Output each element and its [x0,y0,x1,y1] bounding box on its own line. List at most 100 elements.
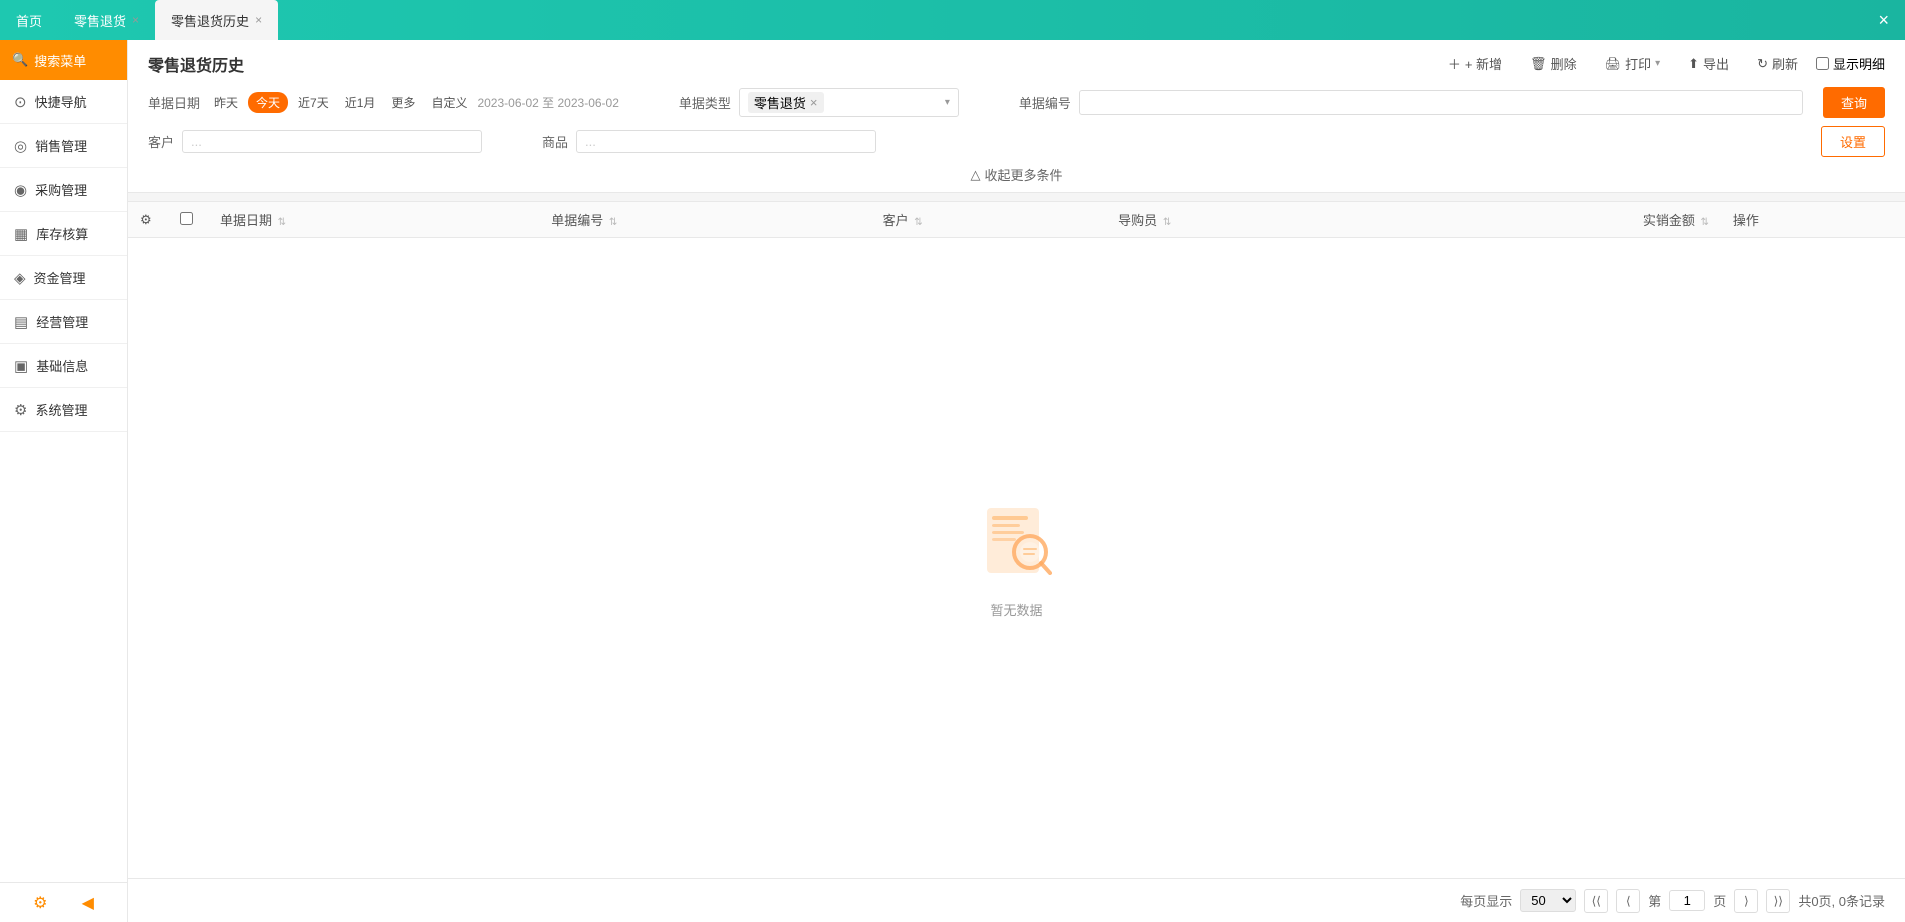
sidebar-item-基础信息[interactable]: ▣ 基础信息 [0,344,127,388]
new-button[interactable]: ＋ + 新增 [1438,50,1512,77]
doc-number-label: 单据编号 [1019,93,1071,112]
display-detail-checkbox[interactable] [1816,57,1829,70]
empty-state: 暂无数据 [128,238,1905,878]
sidebar-item-label: 销售管理 [35,136,87,155]
print-icon: 🖨 [1605,56,1622,72]
sidebar-icon: ◉ [14,181,27,199]
next-page-button[interactable]: ⟩ [1734,889,1758,913]
empty-illustration [972,498,1062,588]
goods-select[interactable]: ... [576,130,876,153]
tab-close-零售退货[interactable]: × [132,13,139,27]
query-button[interactable]: 查询 [1823,87,1885,118]
type-select-chevron: ▾ [945,97,950,108]
type-tag-close[interactable]: × [810,95,818,110]
window-close-button[interactable]: × [1862,10,1905,31]
type-tag-label: 零售退货 [754,93,806,112]
sidebar-item-label: 基础信息 [36,356,88,375]
customer-filter: 客户 ... [148,130,482,153]
tab-bar: 首页零售退货×零售退货历史× [0,0,1862,40]
data-table: ⚙ 单据日期 ⇅ 单据编号 ⇅ [128,201,1905,238]
date-opt-近7天[interactable]: 近7天 [292,92,335,113]
date-options: 昨天今天近7天近1月更多自定义2023-06-02 至 2023-06-02 [208,92,619,113]
content-area: 零售退货历史 ＋ + 新增 🗑 删除 🖨 打印 ▾ [128,40,1905,922]
sidebar-bottom: ⚙ ◀ [0,882,127,922]
pagination-bar: 每页显示 50 20 100 ⟨⟨ ⟨ 第 1 页 ⟩ ⟩⟩ 共0页, 0条记录 [128,878,1905,922]
last-page-button[interactable]: ⟩⟩ [1766,889,1790,913]
type-tag: 零售退货 × [748,92,824,113]
delete-button[interactable]: 🗑 删除 [1520,50,1587,77]
th-settings[interactable]: ⚙ [128,202,168,238]
settings-bottom-icon[interactable]: ⚙ [33,893,47,913]
sort-guide-icon[interactable]: ⇅ [1163,217,1171,228]
column-settings-icon[interactable]: ⚙ [140,212,152,227]
tab-零售退货历史[interactable]: 零售退货历史× [155,0,278,40]
refresh-button[interactable]: ↻ 刷新 [1747,50,1808,77]
export-icon: ⬆ [1688,56,1699,72]
sidebar-item-label: 库存核算 [36,224,88,243]
tab-close-零售退货历史[interactable]: × [255,13,262,27]
sidebar-item-快捷导航[interactable]: ⊙快捷导航 [0,80,127,124]
date-opt-自定义[interactable]: 自定义 [425,92,473,113]
sidebar-item-系统管理[interactable]: ⚙系统管理 [0,388,127,432]
sort-docnum-icon[interactable]: ⇅ [609,217,617,228]
sort-amount-icon[interactable]: ⇅ [1701,217,1709,228]
th-checkbox[interactable] [168,202,208,238]
display-toggle: 显示明细 [1816,54,1885,73]
collapse-bar[interactable]: △ 收起更多条件 [148,161,1885,192]
new-icon: ＋ [1448,54,1461,73]
date-opt-今天[interactable]: 今天 [248,92,288,113]
sidebar-icon: ◎ [14,137,27,155]
tab-首页[interactable]: 首页 [0,0,58,40]
page-header: 零售退货历史 ＋ + 新增 🗑 删除 🖨 打印 ▾ [128,40,1905,193]
goods-filter: 商品 ... [542,130,876,153]
sidebar-item-label: 经营管理 [36,312,88,331]
goods-label: 商品 [542,132,568,151]
main-layout: 🔍 搜索菜单 ⊙快捷导航 ◎ 销售管理 ◉ 采购管理 ▦ 库存核算 ◈资金管理▤经营管理 ▣ 基础… [0,40,1905,922]
page-number-input[interactable]: 1 [1669,890,1705,911]
sidebar: 🔍 搜索菜单 ⊙快捷导航 ◎ 销售管理 ◉ 采购管理 ▦ 库存核算 ◈资金管理▤经营管理 ▣ 基础… [0,40,128,922]
customer-select[interactable]: ... [182,130,482,153]
export-button[interactable]: ⬆ 导出 [1678,50,1739,77]
tab-零售退货[interactable]: 零售退货× [58,0,155,40]
page-summary: 共0页, 0条记录 [1798,891,1885,910]
sidebar-icon: ▣ [14,357,28,375]
filter-row-1: 单据日期 昨天今天近7天近1月更多自定义2023-06-02 至 2023-06… [148,87,1885,118]
type-select[interactable]: 零售退货 × ▾ [739,88,959,117]
th-customer: 客户 ⇅ [871,202,1107,238]
doc-number-input[interactable] [1079,90,1803,115]
collapse-sidebar-icon[interactable]: ◀ [82,893,94,913]
sort-customer-icon[interactable]: ⇅ [914,217,922,228]
collapse-up-icon: △ [970,167,980,183]
sidebar-icon: ▦ [14,225,28,243]
date-opt-昨天[interactable]: 昨天 [208,92,244,113]
refresh-icon: ↻ [1757,56,1768,72]
table-header-row: ⚙ 单据日期 ⇅ 单据编号 ⇅ [128,202,1905,238]
sidebar-item-库存核算[interactable]: ▦ 库存核算 [0,212,127,256]
sidebar-item-销售管理[interactable]: ◎ 销售管理 [0,124,127,168]
per-page-select[interactable]: 50 20 100 [1520,889,1576,912]
th-date: 单据日期 ⇅ [208,202,539,238]
page-title: 零售退货历史 [148,52,244,76]
sidebar-item-经营管理[interactable]: ▤经营管理 [0,300,127,344]
sidebar-item-资金管理[interactable]: ◈资金管理 [0,256,127,300]
th-guide: 导购员 ⇅ [1106,202,1389,238]
first-page-button[interactable]: ⟨⟨ [1584,889,1608,913]
date-opt-更多[interactable]: 更多 [385,92,421,113]
delete-icon: 🗑 [1530,56,1547,72]
sort-date-icon[interactable]: ⇅ [278,217,286,228]
sidebar-icon: ⚙ [14,401,27,419]
settings-button[interactable]: 设置 [1821,126,1885,157]
date-opt-近1月[interactable]: 近1月 [339,92,382,113]
prev-page-button[interactable]: ⟨ [1616,889,1640,913]
select-all-checkbox[interactable] [180,212,193,225]
th-amount: 实销金额 ⇅ [1390,202,1721,238]
page-unit-label: 页 [1713,891,1726,910]
print-button[interactable]: 🖨 打印 ▾ [1595,50,1671,77]
date-filter: 单据日期 昨天今天近7天近1月更多自定义2023-06-02 至 2023-06… [148,92,619,113]
per-page-label: 每页显示 [1460,891,1512,910]
sidebar-search[interactable]: 🔍 搜索菜单 [0,40,127,80]
sidebar-item-采购管理[interactable]: ◉ 采购管理 [0,168,127,212]
top-bar: 首页零售退货×零售退货历史× × [0,0,1905,40]
sidebar-item-label: 采购管理 [35,180,87,199]
th-doc-number: 单据编号 ⇅ [539,202,870,238]
